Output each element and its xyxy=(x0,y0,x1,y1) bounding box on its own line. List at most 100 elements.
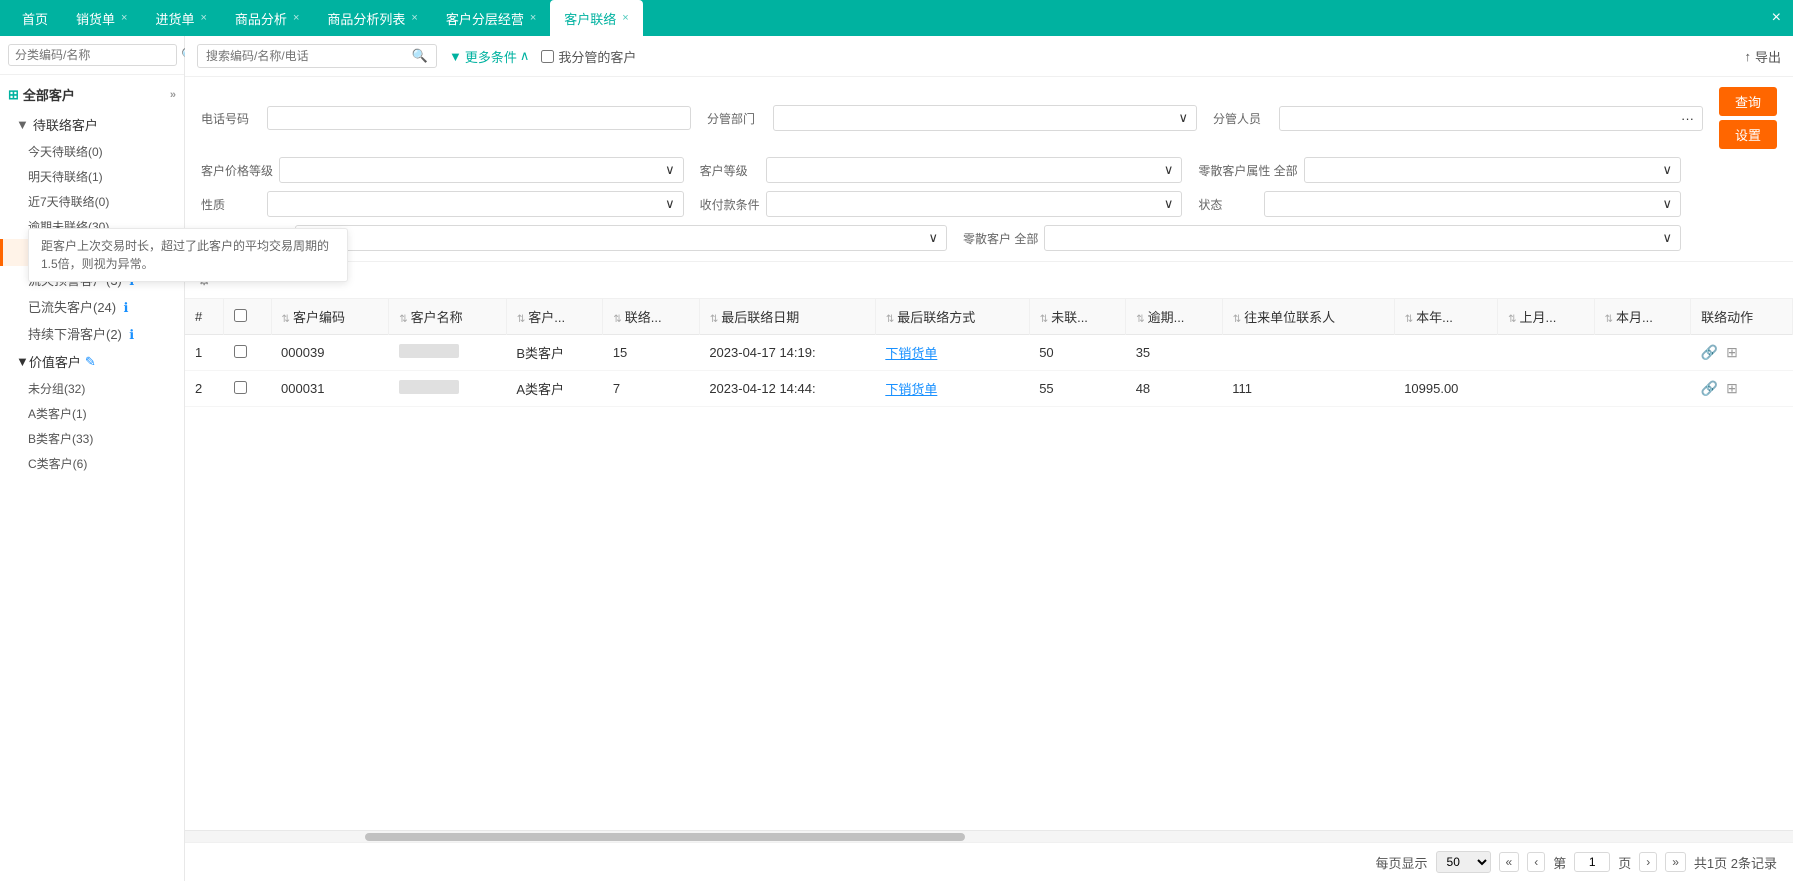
sidebar-value-customers[interactable]: ▼ 价值客户 ✎ xyxy=(0,347,184,376)
nav-customer-segment-close[interactable]: × xyxy=(530,12,536,24)
status-chevron: ∨ xyxy=(1663,196,1673,212)
sidebar-churned[interactable]: 已流失客户(24) ℹ xyxy=(0,293,184,320)
sidebar-tree: ⊞ 全部客户 » ▼ 待联络客户 今天待联络(0) 明天待联络(1) 近7天待联… xyxy=(0,75,184,881)
more-conditions-btn[interactable]: ▼ 更多条件 ∧ xyxy=(449,47,529,66)
nav-sales[interactable]: 销货单 × xyxy=(62,0,141,36)
filter-icon: ▼ xyxy=(449,49,462,64)
payment-select[interactable]: ∨ xyxy=(766,191,1183,217)
page-text: 第 xyxy=(1553,853,1566,872)
sidebar-b-class[interactable]: B类客户(33) xyxy=(0,426,184,451)
filter-status: 状态 ∨ xyxy=(1198,191,1681,217)
dept-select[interactable]: ∨ xyxy=(773,105,1197,131)
table-header-row: # 客户编码 客户名称 客户... 联络... 最后联络日期 最后联络方式 未联… xyxy=(185,299,1793,335)
sidebar-c-class[interactable]: C类客户(6) xyxy=(0,451,184,476)
nav-purchase-close[interactable]: × xyxy=(200,12,206,24)
col-overdue[interactable]: 逾期... xyxy=(1126,299,1223,335)
close-all-tabs[interactable]: × xyxy=(1772,9,1781,27)
phone-input[interactable] xyxy=(267,106,691,130)
col-last-month[interactable]: 上月... xyxy=(1498,299,1595,335)
retail-attr-select[interactable]: ∨ xyxy=(1304,157,1681,183)
sidebar-a-class[interactable]: A类客户(1) xyxy=(0,401,184,426)
table-toolbar: ⚙ xyxy=(185,262,1793,299)
col-uncontacted[interactable]: 未联... xyxy=(1029,299,1126,335)
nav-product-list[interactable]: 商品分析列表 × xyxy=(313,0,431,36)
cell-category-2: A类客户 xyxy=(506,371,603,407)
link-icon-1[interactable]: 🔗 xyxy=(1701,344,1718,361)
grid-icon-1[interactable]: ⊞ xyxy=(1726,344,1738,361)
last-method-link-2[interactable]: 下销货单 xyxy=(885,382,937,397)
status-select[interactable]: ∨ xyxy=(1264,191,1681,217)
nav-product-list-close[interactable]: × xyxy=(411,12,417,24)
sidebar: 🔍 ⊞ 全部客户 » ▼ 待联络客户 今天待联络(0) 明天待联络(1) 近7天… xyxy=(0,36,185,881)
cell-this-year-2: 10995.00 xyxy=(1394,371,1497,407)
main-search-input[interactable] xyxy=(206,49,412,63)
name-placeholder-2 xyxy=(399,380,459,394)
nav-purchase[interactable]: 进货单 × xyxy=(141,0,220,36)
col-last-contact-date[interactable]: 最后联络日期 xyxy=(699,299,875,335)
nav-home[interactable]: 首页 xyxy=(8,0,62,36)
prev-page-btn[interactable]: ‹ xyxy=(1527,852,1545,872)
query-button[interactable]: 查询 xyxy=(1719,87,1777,116)
nav-sales-close[interactable]: × xyxy=(121,12,127,24)
col-code[interactable]: 客户编码 xyxy=(271,299,389,335)
sidebar-tomorrow-contact[interactable]: 明天待联络(1) xyxy=(0,164,184,189)
last-page-btn[interactable]: » xyxy=(1665,852,1686,872)
cust-grade-select[interactable]: ∨ xyxy=(766,157,1183,183)
sidebar-today-contact[interactable]: 今天待联络(0) xyxy=(0,139,184,164)
nav-product-analysis[interactable]: 商品分析 × xyxy=(221,0,313,36)
manager-select[interactable]: ··· xyxy=(1279,106,1703,131)
select-all-checkbox[interactable] xyxy=(234,309,247,322)
link-icon-2[interactable]: 🔗 xyxy=(1701,380,1718,397)
cust-type-select[interactable]: ∨ xyxy=(295,225,947,251)
info-icon-2: ℹ xyxy=(123,300,128,315)
col-name[interactable]: 客户名称 xyxy=(389,299,507,335)
set-button[interactable]: 设置 xyxy=(1719,120,1777,149)
nav-customer-segment[interactable]: 客户分层经营 × xyxy=(432,0,550,36)
next-page-btn[interactable]: › xyxy=(1639,852,1657,872)
price-grade-select[interactable]: ∨ xyxy=(279,157,684,183)
grid-icon-2[interactable]: ⊞ xyxy=(1726,380,1738,397)
dept-chevron: ∨ xyxy=(1178,110,1188,126)
main-layout: 🔍 ⊞ 全部客户 » ▼ 待联络客户 今天待联络(0) 明天待联络(1) 近7天… xyxy=(0,36,1793,881)
table-scroll[interactable]: # 客户编码 客户名称 客户... 联络... 最后联络日期 最后联络方式 未联… xyxy=(185,299,1793,830)
payment-label: 收付款条件 xyxy=(700,196,760,213)
cell-this-month-1 xyxy=(1594,335,1691,371)
row-checkbox-2[interactable] xyxy=(234,381,247,394)
col-this-year[interactable]: 本年... xyxy=(1394,299,1497,335)
edit-icon[interactable]: ✎ xyxy=(85,354,96,370)
nav-customer-contact[interactable]: 客户联络 × xyxy=(550,0,642,36)
per-page-select[interactable]: 50 100 200 xyxy=(1436,851,1491,873)
search-icon[interactable]: 🔍 xyxy=(412,48,428,64)
col-contact[interactable]: 联络... xyxy=(603,299,700,335)
cell-contact-2: 7 xyxy=(603,371,700,407)
retail-select[interactable]: ∨ xyxy=(1044,225,1681,251)
export-button[interactable]: ↑ 导出 xyxy=(1744,47,1781,66)
collapse-icon[interactable]: » xyxy=(170,89,176,101)
first-page-btn[interactable]: « xyxy=(1499,852,1520,872)
table-body: 1 000039 B类客户 15 2023-04-17 14:19: 下销货单 xyxy=(185,335,1793,407)
col-company-contact[interactable]: 往来单位联系人 xyxy=(1222,299,1394,335)
nav-product-analysis-close[interactable]: × xyxy=(293,12,299,24)
sidebar-pending-contact[interactable]: ▼ 待联络客户 xyxy=(0,110,184,139)
col-this-month[interactable]: 本月... xyxy=(1594,299,1691,335)
horizontal-scrollbar[interactable] xyxy=(185,830,1793,842)
sidebar-declining[interactable]: 持续下滑客户(2) ℹ xyxy=(0,320,184,347)
sidebar-ungroups[interactable]: 未分组(32) xyxy=(0,376,184,401)
col-category[interactable]: 客户... xyxy=(506,299,603,335)
last-method-link-1[interactable]: 下销货单 xyxy=(885,346,937,361)
action-buttons: 查询 设置 xyxy=(1719,87,1777,149)
nature-select[interactable]: ∨ xyxy=(267,191,684,217)
sidebar-search-input[interactable] xyxy=(8,44,177,66)
phone-label: 电话号码 xyxy=(201,110,261,127)
nav-customer-contact-close[interactable]: × xyxy=(622,12,628,24)
page-input[interactable] xyxy=(1574,852,1610,872)
col-last-contact-method[interactable]: 最后联络方式 xyxy=(875,299,1029,335)
cell-contact-1: 15 xyxy=(603,335,700,371)
sidebar-all-customers[interactable]: ⊞ 全部客户 » xyxy=(0,79,184,110)
scroll-thumb[interactable] xyxy=(365,833,965,841)
my-customers-checkbox[interactable] xyxy=(541,50,554,63)
sidebar-7day-contact[interactable]: 近7天待联络(0) xyxy=(0,189,184,214)
row-checkbox-1[interactable] xyxy=(234,345,247,358)
cell-uncontacted-2: 55 xyxy=(1029,371,1126,407)
retail-label: 零散客户 全部 xyxy=(963,230,1038,247)
